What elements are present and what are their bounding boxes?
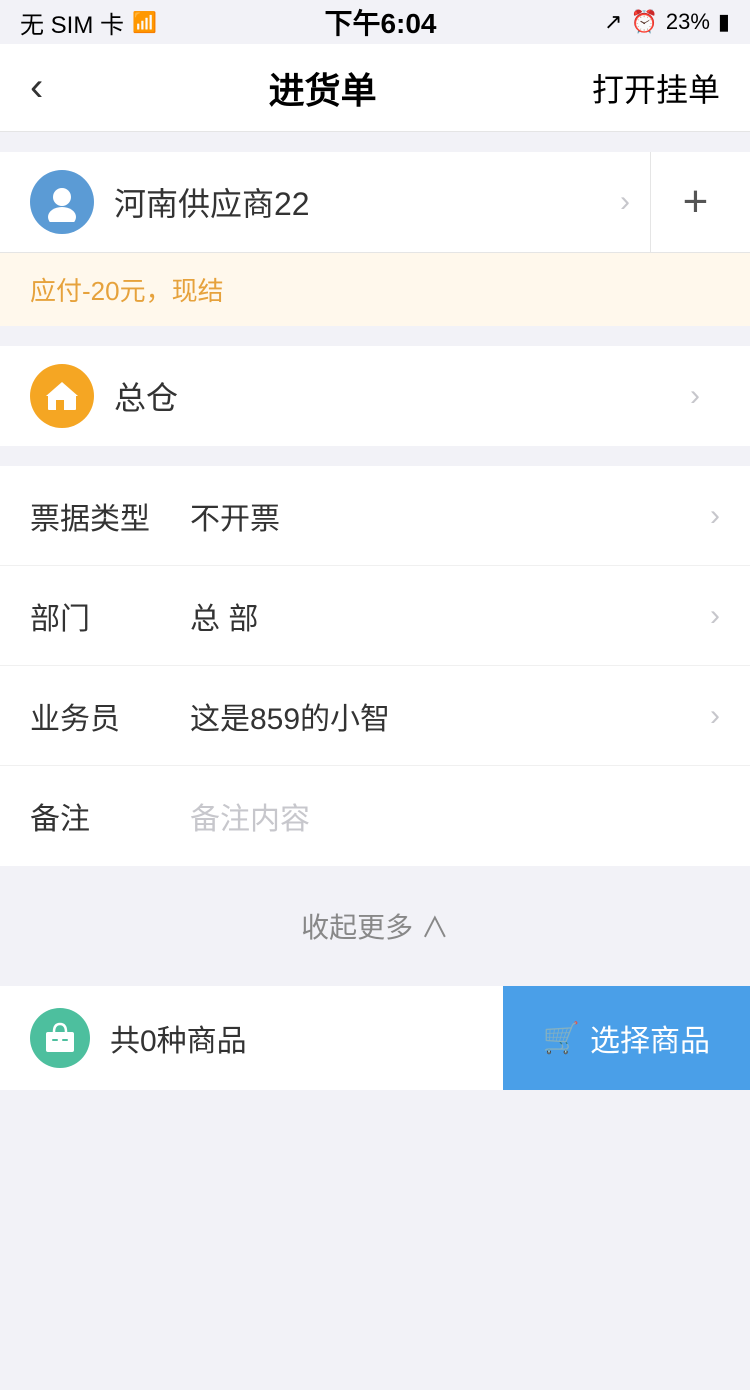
bottom-fill bbox=[0, 1090, 750, 1390]
status-right: ↗ ⏰ 23% ▮ bbox=[604, 9, 730, 35]
supplier-avatar bbox=[30, 170, 94, 234]
location-icon: ↗ bbox=[604, 9, 622, 35]
supplier-section: 河南供应商22 › + bbox=[0, 152, 750, 253]
remark-label: 备注 bbox=[30, 794, 190, 838]
supplier-name: 河南供应商22 bbox=[114, 179, 620, 225]
open-pending-button[interactable]: 打开挂单 bbox=[592, 65, 720, 111]
warehouse-name: 总仓 bbox=[114, 373, 690, 419]
product-icon bbox=[30, 1008, 90, 1068]
invoice-type-label: 票据类型 bbox=[30, 494, 190, 538]
status-time: 下午6:04 bbox=[324, 2, 436, 42]
battery-icon: ▮ bbox=[718, 9, 730, 35]
battery-label: 23% bbox=[666, 9, 710, 35]
product-section: 共0种商品 🛒 选择商品 bbox=[0, 986, 750, 1090]
status-bar: 无 SIM 卡 📶 下午6:04 ↗ ⏰ 23% ▮ bbox=[0, 0, 750, 44]
salesperson-row[interactable]: 业务员 这是859的小智 › bbox=[0, 666, 750, 766]
status-carrier: 无 SIM 卡 📶 bbox=[20, 5, 157, 40]
warehouse-icon bbox=[30, 364, 94, 428]
select-product-icon: 🛒 bbox=[543, 1021, 580, 1056]
product-left: 共0种商品 bbox=[30, 1008, 247, 1068]
notice-text: 应付-20元，现结 bbox=[30, 276, 224, 306]
warehouse-section: 总仓 › bbox=[0, 346, 750, 446]
remark-row[interactable]: 备注 备注内容 bbox=[0, 766, 750, 866]
form-section: 票据类型 不开票 › 部门 总 部 › 业务员 这是859的小智 › 备注 备注… bbox=[0, 466, 750, 866]
select-product-label: 选择商品 bbox=[590, 1016, 710, 1060]
warehouse-building-icon bbox=[44, 378, 80, 414]
notice-banner: 应付-20元，现结 bbox=[0, 253, 750, 326]
invoice-type-value: 不开票 bbox=[190, 494, 710, 538]
section-gap-1 bbox=[0, 132, 750, 152]
department-value: 总 部 bbox=[190, 594, 710, 638]
back-button[interactable]: ‹ bbox=[30, 65, 53, 110]
page-title: 进货单 bbox=[269, 62, 377, 114]
alarm-icon: ⏰ bbox=[630, 9, 657, 35]
invoice-type-row[interactable]: 票据类型 不开票 › bbox=[0, 466, 750, 566]
invoice-type-chevron-icon: › bbox=[710, 499, 720, 533]
add-supplier-button[interactable]: + bbox=[650, 152, 720, 252]
shopping-bag-icon bbox=[42, 1020, 78, 1056]
warehouse-row[interactable]: 总仓 › bbox=[0, 346, 750, 446]
department-row[interactable]: 部门 总 部 › bbox=[0, 566, 750, 666]
select-product-button[interactable]: 🛒 选择商品 bbox=[503, 986, 750, 1090]
collapse-row[interactable]: 收起更多 ∧ bbox=[0, 886, 750, 966]
nav-bar: ‹ 进货单 打开挂单 bbox=[0, 44, 750, 132]
supplier-chevron-icon: › bbox=[620, 185, 630, 219]
salesperson-chevron-icon: › bbox=[710, 699, 720, 733]
wifi-icon: 📶 bbox=[132, 10, 157, 35]
department-chevron-icon: › bbox=[710, 599, 720, 633]
salesperson-value: 这是859的小智 bbox=[190, 694, 710, 738]
collapse-label: 收起更多 ∧ bbox=[301, 906, 449, 946]
supplier-row[interactable]: 河南供应商22 › bbox=[30, 152, 650, 252]
department-label: 部门 bbox=[30, 594, 190, 638]
warehouse-chevron-icon: › bbox=[690, 379, 700, 413]
person-icon bbox=[42, 182, 82, 222]
salesperson-label: 业务员 bbox=[30, 694, 190, 738]
product-count: 共0种商品 bbox=[110, 1016, 247, 1060]
remark-placeholder[interactable]: 备注内容 bbox=[190, 794, 720, 838]
